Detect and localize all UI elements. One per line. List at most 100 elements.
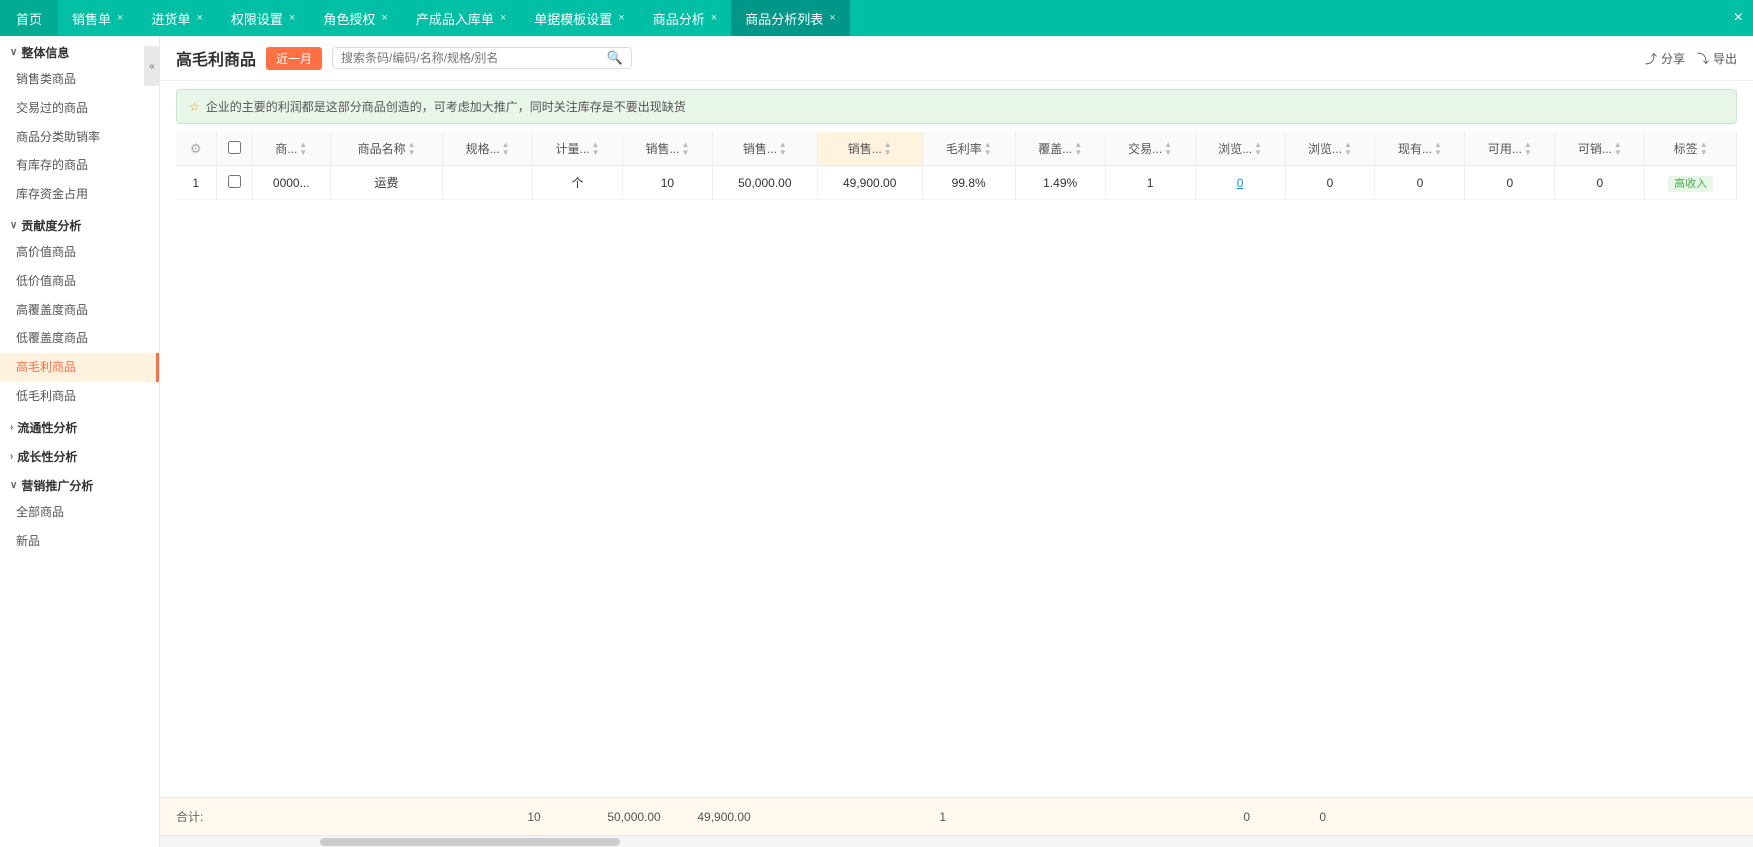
col-code[interactable]: 商... ▲▼ (252, 132, 331, 166)
close-all-button[interactable]: × (1734, 9, 1753, 27)
col-sales-qty[interactable]: 销售... ▲▼ (622, 132, 712, 166)
nav-analysis[interactable]: 商品分析 × (639, 0, 731, 36)
row-code[interactable]: 0000... (252, 166, 331, 200)
col-gross-margin[interactable]: 毛利率 ▲▼ (922, 132, 1015, 166)
sidebar-item-in-stock[interactable]: 有库存的商品 (0, 151, 159, 180)
settings-icon[interactable]: ⚙ (190, 141, 202, 156)
row-current-stock: 0 (1375, 166, 1465, 200)
close-icon[interactable]: × (381, 12, 387, 24)
col-tag[interactable]: 标签 ▲▼ (1645, 132, 1737, 166)
sidebar-item-low-coverage[interactable]: 低覆盖度商品 (0, 324, 159, 353)
sidebar-item-stock-capital[interactable]: 库存资金占用 (0, 180, 159, 209)
sort-arrows: ▲▼ (681, 141, 689, 157)
sidebar-group-growth[interactable]: › 成长性分析 (0, 440, 159, 469)
col-checkbox[interactable] (216, 132, 252, 166)
close-icon[interactable]: × (196, 12, 202, 24)
sort-arrows: ▲▼ (1074, 141, 1082, 157)
footer-sales-profit: 49,900.00 (697, 810, 787, 824)
sort-arrows: ▲▼ (592, 141, 600, 157)
sidebar-collapse-button[interactable]: « (144, 46, 160, 86)
filter-recent-month-button[interactable]: 近一月 (266, 47, 322, 70)
sidebar-group-liquidity[interactable]: › 流通性分析 (0, 411, 159, 440)
close-icon[interactable]: × (500, 12, 506, 24)
search-icon[interactable]: 🔍 (607, 50, 623, 66)
sort-arrows: ▲▼ (1254, 141, 1262, 157)
row-name: 运费 (331, 166, 443, 200)
nav-analysis-list[interactable]: 商品分析列表 × (731, 0, 849, 36)
content-header: 高毛利商品 近一月 🔍 ⤴ 分享 ⤵ 导出 (160, 36, 1753, 81)
row-sales-amount: 50,000.00 (712, 166, 817, 200)
sidebar-group-marketing[interactable]: ∨ 营销推广分析 (0, 469, 159, 498)
table-row: 1 0000... 运费 个 10 50,000.00 49,900.00 99… (176, 166, 1737, 200)
main-layout: « ∨ 整体信息 销售类商品 交易过的商品 商品分类助销率 有库存的商品 库存资… (0, 36, 1753, 847)
col-sales-amount[interactable]: 销售... ▲▼ (712, 132, 817, 166)
row-sellable: 0 (1555, 166, 1645, 200)
col-current-stock[interactable]: 现有... ▲▼ (1375, 132, 1465, 166)
sidebar-item-all-goods[interactable]: 全部商品 (0, 498, 159, 527)
sidebar-item-high-value[interactable]: 高价值商品 (0, 238, 159, 267)
close-icon[interactable]: × (711, 12, 717, 24)
footer-sales-qty: 10 (527, 810, 607, 824)
scrollbar-thumb[interactable] (320, 838, 620, 846)
col-browse1[interactable]: 浏览... ▲▼ (1195, 132, 1285, 166)
col-available[interactable]: 可用... ▲▼ (1465, 132, 1555, 166)
export-button[interactable]: ⤵ 导出 (1697, 50, 1737, 67)
col-transactions[interactable]: 交易... ▲▼ (1105, 132, 1195, 166)
sort-arrows: ▲▼ (779, 141, 787, 157)
nav-purchase[interactable]: 进货单 × (137, 0, 216, 36)
chevron-down-icon: ∨ (10, 220, 17, 231)
info-banner: ☆ 企业的主要的利润都是这部分商品创造的，可考虑加大推广，同时关注库存是不要出现… (176, 89, 1737, 124)
row-gross-margin: 99.8% (922, 166, 1015, 200)
sort-arrows: ▲▼ (502, 141, 510, 157)
sidebar: « ∨ 整体信息 销售类商品 交易过的商品 商品分类助销率 有库存的商品 库存资… (0, 36, 160, 847)
col-sellable[interactable]: 可销... ▲▼ (1555, 132, 1645, 166)
footer-col11: 0 (1243, 810, 1319, 824)
row-checkbox[interactable] (216, 166, 252, 200)
nav-sales[interactable]: 销售单 × (58, 0, 137, 36)
row-browse1[interactable]: 0 (1195, 166, 1285, 200)
col-name[interactable]: 商品名称 ▲▼ (331, 132, 443, 166)
sidebar-item-traded-goods[interactable]: 交易过的商品 (0, 94, 159, 123)
sidebar-item-high-margin[interactable]: 高毛利商品 (0, 353, 159, 382)
col-coverage[interactable]: 覆盖... ▲▼ (1015, 132, 1105, 166)
sidebar-item-category-rate[interactable]: 商品分类助销率 (0, 123, 159, 152)
sidebar-item-low-value[interactable]: 低价值商品 (0, 267, 159, 296)
share-button[interactable]: ⤴ 分享 (1645, 50, 1685, 67)
horizontal-scrollbar[interactable] (160, 835, 1753, 847)
nav-role[interactable]: 角色授权 × (309, 0, 401, 36)
nav-template[interactable]: 单据模板设置 × (520, 0, 638, 36)
sort-arrows: ▲▼ (1344, 141, 1352, 157)
col-unit[interactable]: 计量... ▲▼ (533, 132, 623, 166)
footer-col12: 0 (1319, 810, 1395, 824)
footer-total: 合计: 10 50,000.00 49,900.00 1 0 0 (160, 797, 1753, 835)
sidebar-group-contribution[interactable]: ∨ 贡献度分析 (0, 209, 159, 238)
sort-arrows: ▲▼ (984, 141, 992, 157)
close-icon[interactable]: × (289, 12, 295, 24)
sidebar-item-new-goods[interactable]: 新品 (0, 527, 159, 556)
row-tag: 高收入 (1645, 166, 1737, 200)
close-icon[interactable]: × (117, 12, 123, 24)
search-input[interactable] (341, 51, 607, 65)
sort-arrows: ▲▼ (884, 141, 892, 157)
select-all-checkbox[interactable] (228, 141, 241, 154)
nav-perm[interactable]: 权限设置 × (217, 0, 309, 36)
row-spec (443, 166, 533, 200)
nav-stock[interactable]: 产成品入库单 × (402, 0, 520, 36)
sidebar-item-high-coverage[interactable]: 高覆盖度商品 (0, 296, 159, 325)
total-label: 合计: (176, 808, 203, 825)
sort-arrows: ▲▼ (299, 141, 307, 157)
sidebar-group-overall[interactable]: ∨ 整体信息 (0, 36, 159, 65)
close-icon[interactable]: × (829, 12, 835, 24)
sidebar-item-low-margin[interactable]: 低毛利商品 (0, 382, 159, 411)
content-area: 高毛利商品 近一月 🔍 ⤴ 分享 ⤵ 导出 ☆ 企业的主要的利润都是这部分商品创… (160, 36, 1753, 847)
footer-transactions: 1 (939, 810, 1015, 824)
col-browse2[interactable]: 浏览... ▲▼ (1285, 132, 1375, 166)
col-spec[interactable]: 规格... ▲▼ (443, 132, 533, 166)
col-gear[interactable]: ⚙ (176, 132, 216, 166)
search-box: 🔍 (332, 47, 632, 69)
nav-home[interactable]: 首页 (0, 0, 58, 36)
col-sales-profit[interactable]: 销售... ▲▼ (817, 132, 922, 166)
page-title: 高毛利商品 (176, 46, 256, 70)
close-icon[interactable]: × (618, 12, 624, 24)
sidebar-item-sales-goods[interactable]: 销售类商品 (0, 65, 159, 94)
